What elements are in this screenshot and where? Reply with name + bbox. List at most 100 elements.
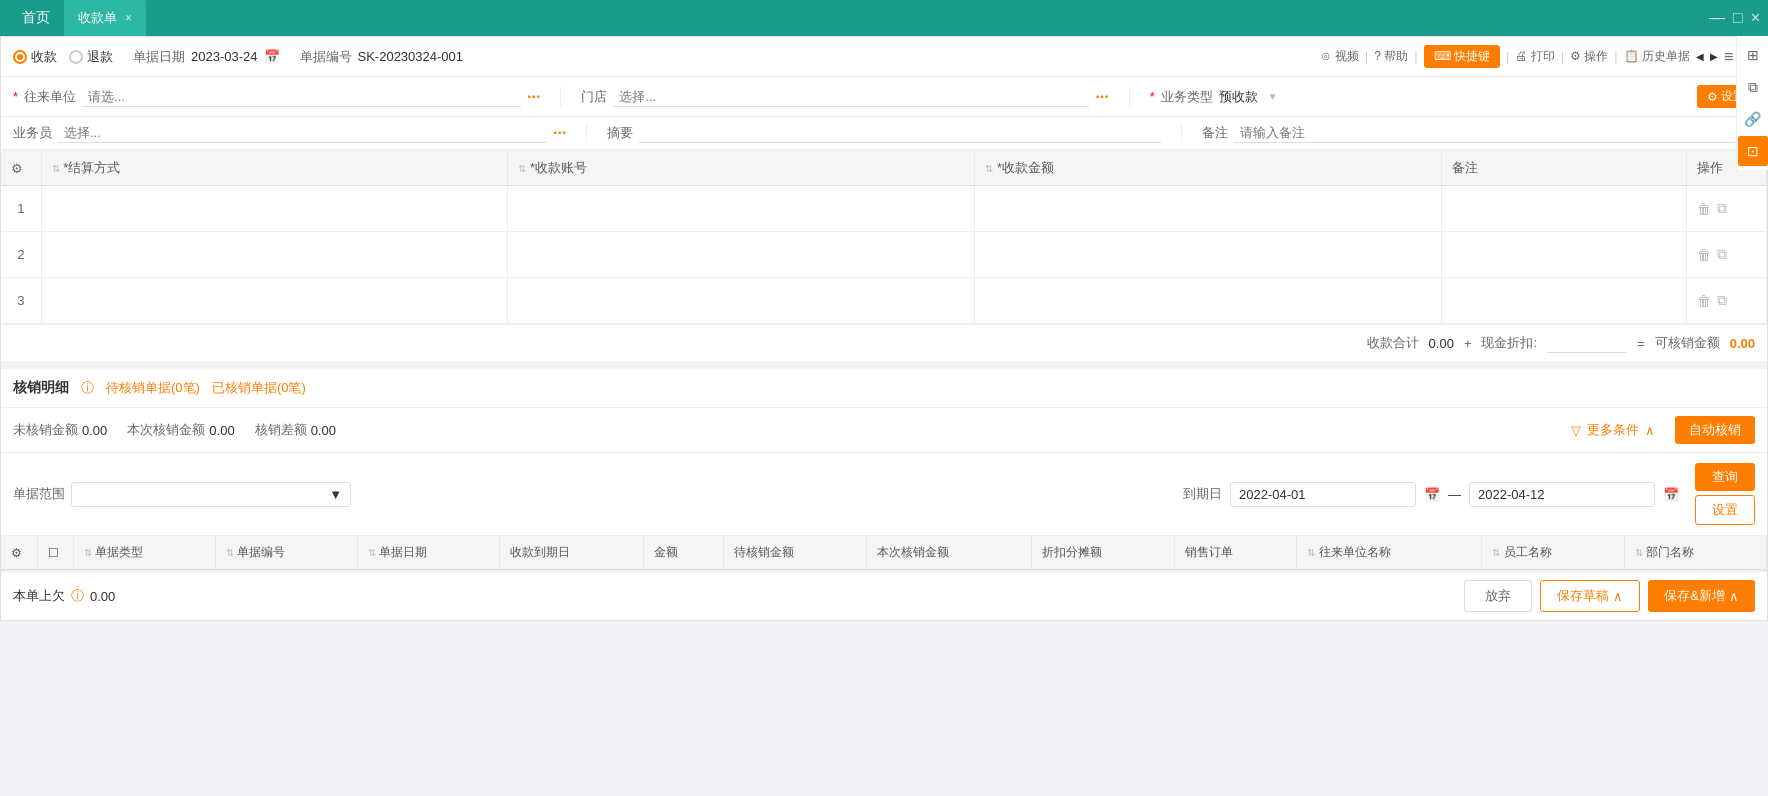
calendar-to-icon[interactable]: 📅: [1663, 487, 1679, 502]
hexiao-tab2[interactable]: 已核销单据(0笔): [212, 379, 306, 397]
staff-label: 业务员: [13, 124, 52, 142]
discount-input[interactable]: [1547, 333, 1627, 353]
plus-label: +: [1464, 336, 1472, 351]
bth-check[interactable]: ☐: [37, 536, 73, 570]
remarks-input[interactable]: [1234, 123, 1755, 143]
nav-prev-icon[interactable]: ◀: [1696, 51, 1704, 62]
radio-refund[interactable]: 退款: [69, 48, 113, 66]
range-label: 单据范围: [13, 485, 65, 503]
receipt-table: ⚙ ⇅ *结算方式 ⇅ *收款账号 ⇅ *收款金额 备注: [1, 151, 1767, 324]
hexiao-title: 核销明细: [13, 379, 69, 397]
maximize-btn[interactable]: □: [1733, 9, 1743, 27]
cell-remark-1[interactable]: [1442, 186, 1687, 232]
copy-row-3-icon[interactable]: ⧉: [1717, 292, 1727, 309]
bill-date-calendar-icon[interactable]: 📅: [264, 49, 280, 64]
biz-type-chevron[interactable]: ▼: [1268, 91, 1278, 102]
staff-field: 业务员 ···: [13, 123, 566, 143]
filter-set-btn[interactable]: 设置: [1695, 495, 1755, 525]
query-btn-label: 查询: [1712, 469, 1738, 484]
save-new-btn[interactable]: 保存&新增 ∧: [1648, 580, 1755, 612]
delete-row-3-icon[interactable]: 🗑: [1697, 293, 1711, 309]
delete-row-2-icon[interactable]: 🗑: [1697, 247, 1711, 263]
bth-discount: 折扣分摊额: [1031, 536, 1174, 570]
cell-amount-3[interactable]: [975, 278, 1442, 324]
action-video[interactable]: ⊙ 视频: [1321, 48, 1358, 65]
action-help[interactable]: ? 帮助: [1374, 48, 1408, 65]
copy-row-1-icon[interactable]: ⧉: [1717, 200, 1727, 217]
window-close-btn[interactable]: ×: [1751, 9, 1760, 27]
store-more-icon[interactable]: ···: [1095, 88, 1108, 106]
filter-icon: ▽: [1571, 423, 1581, 438]
divider3: [586, 123, 587, 143]
bth-bill-no: ⇅ 单据编号: [215, 536, 357, 570]
list-view-icon[interactable]: ≡: [1724, 48, 1733, 66]
cell-settle-1[interactable]: [41, 186, 508, 232]
summary-label: 摘要: [607, 124, 633, 142]
hexiao-stats: 未核销金额 0.00 本次核销金额 0.00 核销差额 0.00 ▽ 更多条件 …: [1, 408, 1767, 453]
date-to-input[interactable]: [1469, 482, 1655, 507]
action-shortcut-btn[interactable]: ⌨ 快捷键: [1424, 45, 1500, 68]
hexiao-header: 核销明细 ⓘ 待核销单据(0笔) 已核销单据(0笔): [1, 369, 1767, 408]
cell-amount-2[interactable]: [975, 232, 1442, 278]
counterpart-more-icon[interactable]: ···: [527, 88, 540, 106]
sidebar-copy-icon[interactable]: ⧉: [1738, 72, 1768, 102]
calendar-from-icon[interactable]: 📅: [1424, 487, 1440, 502]
window-controls: — □ ×: [1709, 9, 1760, 27]
discount-label: 现金折扣:: [1481, 334, 1537, 352]
save-draft-chevron: ∧: [1613, 589, 1623, 604]
query-btn[interactable]: 查询: [1695, 463, 1755, 491]
cell-ops-2: 🗑 ⧉: [1687, 232, 1767, 278]
hexiao-tab1[interactable]: 待核销单据(0笔): [106, 379, 200, 397]
cell-account-3[interactable]: [508, 278, 975, 324]
cell-amount-1[interactable]: [975, 186, 1442, 232]
action-print[interactable]: 🖨 打印: [1515, 48, 1554, 65]
store-input[interactable]: [613, 87, 1089, 107]
staff-input[interactable]: [58, 123, 547, 143]
cell-account-2[interactable]: [508, 232, 975, 278]
cell-settle-2[interactable]: [41, 232, 508, 278]
bth-pending-amount: 待核销金额: [723, 536, 866, 570]
summary-input[interactable]: [639, 123, 1160, 143]
save-draft-btn[interactable]: 保存草稿 ∧: [1540, 580, 1640, 612]
th-account: ⇅ *收款账号: [508, 151, 975, 186]
nav-next-icon[interactable]: ▶: [1710, 51, 1718, 62]
receipt-table-wrap: ⚙ ⇅ *结算方式 ⇅ *收款账号 ⇅ *收款金额 备注: [1, 150, 1767, 324]
copy-row-2-icon[interactable]: ⧉: [1717, 246, 1727, 263]
action-history[interactable]: 📋 历史单据: [1624, 48, 1690, 65]
auto-hexiao-btn[interactable]: 自动核销: [1675, 416, 1755, 444]
minimize-btn[interactable]: —: [1709, 9, 1725, 27]
bth-gear[interactable]: ⚙: [1, 536, 37, 570]
cell-ops-1: 🗑 ⧉: [1687, 186, 1767, 232]
counterpart-input[interactable]: [82, 87, 521, 107]
sidebar-table-icon[interactable]: ⊞: [1738, 40, 1768, 70]
radio-receipt[interactable]: 收款: [13, 48, 57, 66]
section-separator: [1, 361, 1767, 369]
biz-type-label: 业务类型: [1161, 88, 1213, 106]
more-conditions-btn[interactable]: ▽ 更多条件 ∧: [1571, 421, 1655, 439]
sidebar-link-icon[interactable]: 🔗: [1738, 104, 1768, 134]
radio-refund-label: 退款: [87, 48, 113, 66]
unchecked-amount-stat: 未核销金额 0.00: [13, 421, 107, 439]
action-ops[interactable]: ⚙ 操作: [1570, 48, 1608, 65]
staff-more-icon[interactable]: ···: [553, 124, 566, 142]
nav-tab-receipt[interactable]: 收款单 ×: [64, 0, 146, 36]
abandon-btn[interactable]: 放弃: [1464, 580, 1532, 612]
cell-remark-2[interactable]: [1442, 232, 1687, 278]
cell-account-1[interactable]: [508, 186, 975, 232]
table-header-row: ⚙ ⇅ *结算方式 ⇅ *收款账号 ⇅ *收款金额 备注: [1, 151, 1767, 186]
footer-info-icon[interactable]: ⓘ: [71, 587, 84, 605]
cell-remark-3[interactable]: [1442, 278, 1687, 324]
bth-staff: ⇅ 员工名称: [1482, 536, 1624, 570]
delete-row-1-icon[interactable]: 🗑: [1697, 201, 1711, 217]
range-select[interactable]: ▼: [71, 482, 351, 507]
hexiao-info-icon[interactable]: ⓘ: [81, 379, 94, 397]
nav-home[interactable]: 首页: [8, 0, 64, 36]
sidebar-capture-icon[interactable]: ⊡: [1738, 136, 1768, 166]
cell-settle-3[interactable]: [41, 278, 508, 324]
table-gear-icon[interactable]: ⚙: [11, 161, 23, 176]
summary-row: 收款合计 0.00 + 现金折扣: = 可核销金额 0.00: [1, 324, 1767, 361]
bth-counterpart: ⇅ 往来单位名称: [1297, 536, 1482, 570]
due-date-label: 到期日: [1183, 485, 1222, 503]
date-from-input[interactable]: [1230, 482, 1416, 507]
tab-close-icon[interactable]: ×: [125, 11, 132, 25]
